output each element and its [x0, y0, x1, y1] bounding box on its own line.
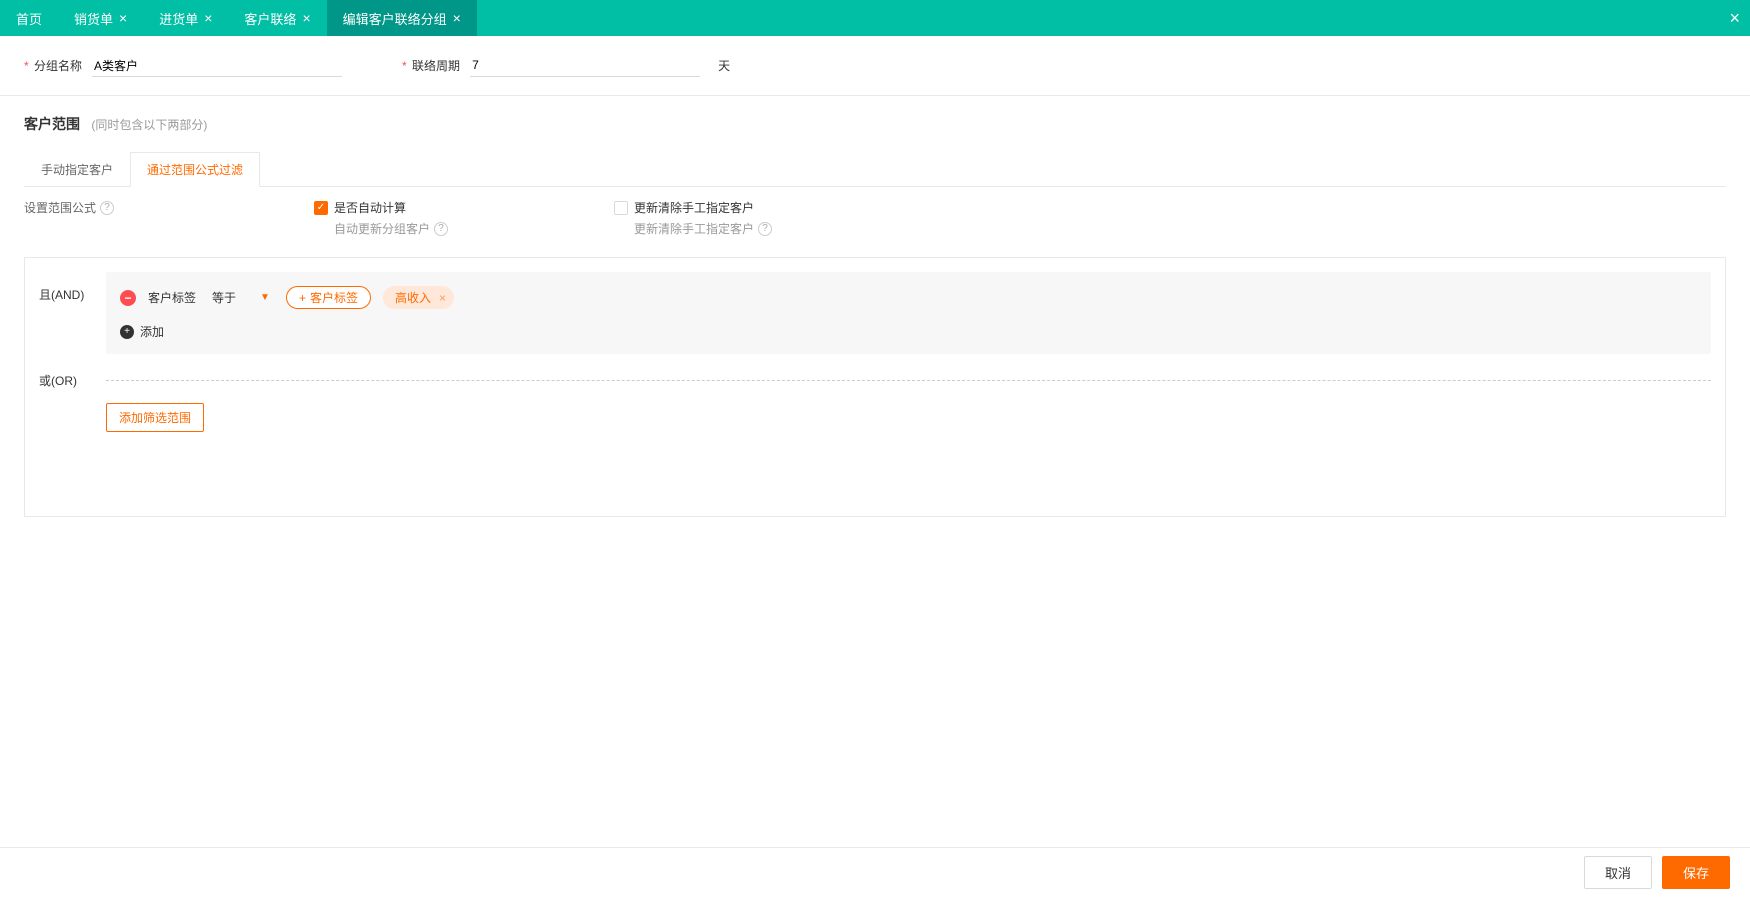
clear-manual-group: 更新清除手工指定客户 更新清除手工指定客户 ? — [614, 199, 772, 237]
tab-home[interactable]: 首页 — [0, 0, 58, 36]
tag-chip: 高收入 × — [383, 286, 454, 309]
tab-manual-customers[interactable]: 手动指定客户 — [24, 152, 130, 186]
group-name-input[interactable] — [92, 54, 342, 77]
chevron-down-icon: ▼ — [260, 292, 270, 303]
save-button[interactable]: 保存 — [1662, 856, 1730, 889]
or-row: 或(OR) — [39, 372, 1711, 389]
close-icon[interactable]: × — [204, 11, 212, 25]
scope-tabs: 手动指定客户 通过范围公式过滤 — [24, 152, 1726, 187]
required-mark: * — [24, 59, 29, 73]
tab-edit-contact-group[interactable]: 编辑客户联络分组 × — [327, 0, 477, 36]
plus-icon: + — [299, 291, 306, 305]
cancel-button[interactable]: 取消 — [1584, 856, 1652, 889]
tab-purchase[interactable]: 进货单 × — [143, 0, 228, 36]
add-customer-tag-button[interactable]: + 客户标签 — [286, 286, 371, 309]
tag-chip-close-icon[interactable]: × — [439, 291, 446, 305]
auto-calc-label: 是否自动计算 — [334, 199, 406, 216]
cycle-field: * 联络周期 天 — [402, 54, 730, 77]
and-group: 且(AND) − 客户标签 等于 ▼ + 客户标签 — [39, 272, 1711, 354]
group-name-field: * 分组名称 — [24, 54, 342, 77]
tab-formula-filter[interactable]: 通过范围公式过滤 — [130, 152, 260, 187]
tab-sales[interactable]: 销货单 × — [58, 0, 143, 36]
help-icon[interactable]: ? — [758, 222, 772, 236]
close-icon[interactable]: × — [453, 11, 461, 25]
cycle-unit: 天 — [718, 57, 730, 74]
formula-settings: 设置范围公式 ? ✓ 是否自动计算 自动更新分组客户 ? 更新清除手工指定客户 — [24, 187, 1726, 249]
and-label: 且(AND) — [39, 272, 94, 303]
auto-calc-checkbox[interactable]: ✓ — [314, 201, 328, 215]
condition-row: − 客户标签 等于 ▼ + 客户标签 高收入 × — [120, 286, 1697, 309]
cycle-label: * 联络周期 — [402, 57, 460, 74]
auto-calc-group: ✓ 是否自动计算 自动更新分组客户 ? — [314, 199, 614, 237]
add-condition-button[interactable]: + 添加 — [120, 323, 1697, 340]
tab-label: 首页 — [16, 9, 42, 28]
scope-subtitle: (同时包含以下两部分) — [91, 118, 207, 132]
formula-label: 设置范围公式 ? — [24, 199, 314, 216]
operator-select[interactable]: 等于 ▼ — [208, 287, 274, 308]
add-filter-range-button[interactable]: 添加筛选范围 — [106, 403, 204, 432]
or-divider — [106, 380, 1711, 381]
or-label: 或(OR) — [39, 372, 94, 389]
close-icon[interactable]: × — [302, 11, 310, 25]
tab-label: 进货单 — [159, 9, 198, 28]
tab-bar: 首页 销货单 × 进货单 × 客户联络 × 编辑客户联络分组 × × — [0, 0, 1750, 36]
group-name-label: * 分组名称 — [24, 57, 82, 74]
help-icon[interactable]: ? — [100, 201, 114, 215]
close-icon[interactable]: × — [119, 11, 127, 25]
tab-label: 编辑客户联络分组 — [343, 9, 447, 28]
tab-label: 销货单 — [74, 9, 113, 28]
filter-box: 且(AND) − 客户标签 等于 ▼ + 客户标签 — [24, 257, 1726, 517]
tag-chip-label: 高收入 — [395, 289, 431, 306]
clear-manual-checkbox[interactable] — [614, 201, 628, 215]
clear-manual-desc: 更新清除手工指定客户 ? — [634, 220, 772, 237]
scope-title: 客户范围 — [24, 114, 80, 134]
conditions-container: − 客户标签 等于 ▼ + 客户标签 高收入 × — [106, 272, 1711, 354]
plus-circle-icon: + — [120, 325, 134, 339]
cycle-input[interactable] — [470, 54, 700, 77]
form-section: * 分组名称 * 联络周期 天 — [0, 36, 1750, 96]
tab-bar-close-button[interactable]: × — [1729, 0, 1740, 36]
operator-value: 等于 — [212, 289, 236, 306]
customer-scope-section: 客户范围 (同时包含以下两部分) 手动指定客户 通过范围公式过滤 设置范围公式 … — [0, 96, 1750, 535]
auto-calc-desc: 自动更新分组客户 ? — [334, 220, 614, 237]
remove-condition-button[interactable]: − — [120, 290, 136, 306]
condition-field: 客户标签 — [148, 289, 196, 306]
clear-manual-label: 更新清除手工指定客户 — [634, 199, 754, 216]
help-icon[interactable]: ? — [434, 222, 448, 236]
required-mark: * — [402, 59, 407, 73]
tab-customer-contact[interactable]: 客户联络 × — [228, 0, 326, 36]
footer: 取消 保存 — [0, 847, 1750, 897]
tab-label: 客户联络 — [244, 9, 296, 28]
